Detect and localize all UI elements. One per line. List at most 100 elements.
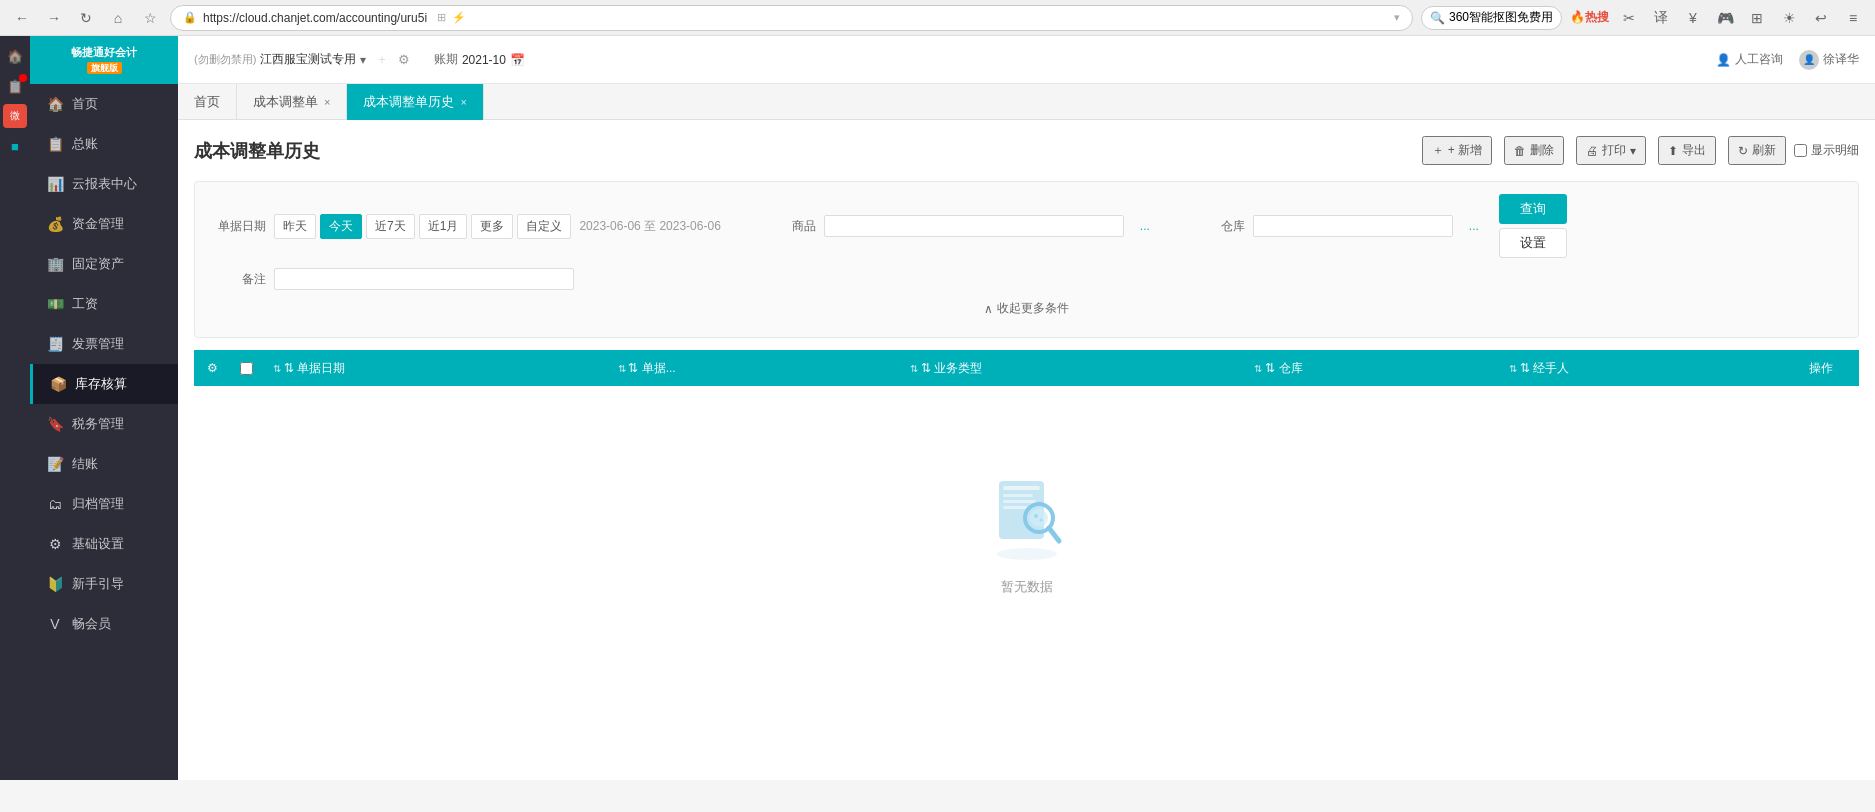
sidebar-item-7[interactable]: 📦 库存核算 xyxy=(30,364,178,404)
address-bar[interactable]: 🔒 https://cloud.chanjet.com/accounting/u… xyxy=(170,5,1413,31)
sidebar-icon-4: 🏢 xyxy=(46,256,64,272)
sidebar-item-9[interactable]: 📝 结账 xyxy=(30,444,178,484)
period-display: 账期 2021-10 📅 xyxy=(434,51,525,68)
show-col-input[interactable] xyxy=(1794,144,1807,157)
collapse-btn[interactable]: ∧ 收起更多条件 xyxy=(984,300,1069,317)
col-checkbox[interactable] xyxy=(230,350,263,386)
remark-filter-label: 备注 xyxy=(211,271,266,288)
grid-icon[interactable]: ⊞ xyxy=(1745,6,1769,30)
company-selector[interactable]: (勿删勿禁用) 江西服宝测试专用 ▾ xyxy=(194,51,366,68)
export-button[interactable]: ⬆ 导出 xyxy=(1658,136,1716,165)
sort-icon-biz: ⇅ xyxy=(921,361,934,375)
collapse-label: 收起更多条件 xyxy=(997,300,1069,317)
sidebar-icon-11: ⚙ xyxy=(46,536,64,552)
refresh-icon: ↻ xyxy=(1738,144,1748,158)
sidebar-item-2[interactable]: 📊 云报表中心 xyxy=(30,164,178,204)
remark-filter-input[interactable] xyxy=(274,268,574,290)
product-dots[interactable]: ... xyxy=(1140,219,1150,233)
product-filter-input[interactable] xyxy=(824,215,1124,237)
sidebar-item-1[interactable]: 📋 总账 xyxy=(30,124,178,164)
col-handler[interactable]: ⇅ 经手人 xyxy=(1499,350,1799,386)
user-profile[interactable]: 👤 徐译华 xyxy=(1799,50,1859,70)
period-label: 账期 xyxy=(434,51,458,68)
rail-home[interactable]: 🏠 xyxy=(3,44,27,68)
col-settings[interactable]: ⚙ xyxy=(194,350,230,386)
col-number[interactable]: ⇅ 单据... xyxy=(608,350,900,386)
month-btn[interactable]: 近1月 xyxy=(419,214,468,239)
sidebar-item-3[interactable]: 💰 资金管理 xyxy=(30,204,178,244)
app-tab-close-1[interactable]: × xyxy=(324,96,330,108)
new-button[interactable]: ＋ + 新增 xyxy=(1422,136,1492,165)
sidebar-label-4: 固定资产 xyxy=(72,255,124,273)
warehouse-dots[interactable]: ... xyxy=(1469,219,1479,233)
rail-active[interactable]: ■ xyxy=(3,134,27,158)
sidebar-item-0[interactable]: 🏠 首页 xyxy=(30,84,178,124)
user-name: 徐译华 xyxy=(1823,51,1859,68)
sidebar-item-13[interactable]: V 畅会员 xyxy=(30,604,178,644)
logo-text: 畅捷通好会计 xyxy=(71,45,137,59)
sidebar-item-10[interactable]: 🗂 归档管理 xyxy=(30,484,178,524)
service-btn[interactable]: 👤 人工咨询 xyxy=(1716,51,1783,68)
logo-badge: 旗舰版 xyxy=(87,62,122,74)
sidebar-label-1: 总账 xyxy=(72,135,98,153)
scissors-icon[interactable]: ✂ xyxy=(1617,6,1641,30)
delete-button[interactable]: 🗑 删除 xyxy=(1504,136,1564,165)
app-tab-0[interactable]: 首页 xyxy=(178,84,237,120)
home-button[interactable]: ⌂ xyxy=(106,6,130,30)
sidebar-label-12: 新手引导 xyxy=(72,575,124,593)
app-tab-2[interactable]: 成本调整单历史× xyxy=(347,84,483,120)
sun-icon[interactable]: ☀ xyxy=(1777,6,1801,30)
query-button[interactable]: 查询 xyxy=(1499,194,1567,224)
data-table: ⚙ ⇅ 单据日期 ⇅ 单据... xyxy=(194,350,1859,386)
week-btn[interactable]: 近7天 xyxy=(366,214,415,239)
calendar-icon[interactable]: 📅 xyxy=(510,53,525,67)
yesterday-btn[interactable]: 昨天 xyxy=(274,214,316,239)
app-tabs: 首页成本调整单×成本调整单历史× xyxy=(178,84,1875,120)
url-text: https://cloud.chanjet.com/accounting/uru… xyxy=(203,11,427,25)
sort-icon-number: ⇅ xyxy=(628,361,641,375)
col-warehouse[interactable]: ⇅ 仓库 xyxy=(1244,350,1499,386)
sidebar-item-5[interactable]: 💵 工资 xyxy=(30,284,178,324)
settings-icon-header[interactable]: ⚙ xyxy=(398,52,410,67)
company-name: 江西服宝测试专用 xyxy=(260,51,356,68)
reload-button[interactable]: ↻ xyxy=(74,6,98,30)
coin-icon[interactable]: ¥ xyxy=(1681,6,1705,30)
back-button[interactable]: ← xyxy=(10,6,34,30)
refresh-button[interactable]: ↻ 刷新 xyxy=(1728,136,1786,165)
sidebar-item-4[interactable]: 🏢 固定资产 xyxy=(30,244,178,284)
svg-point-0 xyxy=(997,548,1057,560)
header-right: 👤 人工咨询 👤 徐译华 xyxy=(1716,50,1859,70)
sidebar-menu: 🏠 首页 📋 总账 📊 云报表中心 💰 资金管理 🏢 固定资产 💵 工资 🧾 发… xyxy=(30,84,178,780)
today-btn[interactable]: 今天 xyxy=(320,214,362,239)
undo-icon[interactable]: ↩ xyxy=(1809,6,1833,30)
sidebar-item-12[interactable]: 🔰 新手引导 xyxy=(30,564,178,604)
warehouse-filter-input[interactable] xyxy=(1253,215,1453,237)
app-header: (勿删勿禁用) 江西服宝测试专用 ▾ + ⚙ 账期 2021-10 📅 👤 人工… xyxy=(178,36,1875,84)
select-all-checkbox[interactable] xyxy=(240,362,253,375)
col-date[interactable]: ⇅ 单据日期 xyxy=(263,350,608,386)
browser-search[interactable]: 🔍 360智能抠图免费用 xyxy=(1421,6,1562,30)
custom-btn[interactable]: 自定义 xyxy=(517,214,571,239)
app-tab-close-2[interactable]: × xyxy=(460,96,466,108)
rail-app[interactable]: 微 xyxy=(3,104,27,128)
sidebar-item-11[interactable]: ⚙ 基础设置 xyxy=(30,524,178,564)
svg-rect-5 xyxy=(1003,506,1028,509)
print-button[interactable]: 🖨 打印 ▾ xyxy=(1576,136,1646,165)
sidebar-label-8: 税务管理 xyxy=(72,415,124,433)
set-button[interactable]: 设置 xyxy=(1499,228,1567,258)
app-tab-1[interactable]: 成本调整单× xyxy=(237,84,347,120)
col-biz-type[interactable]: ⇅ 业务类型 xyxy=(900,350,1245,386)
translate-icon[interactable]: 译 xyxy=(1649,6,1673,30)
sidebar-item-6[interactable]: 🧾 发票管理 xyxy=(30,324,178,364)
show-col-checkbox[interactable]: 显示明细 xyxy=(1794,142,1859,159)
more-btn[interactable]: 更多 xyxy=(471,214,513,239)
print-dropdown-icon: ▾ xyxy=(1630,144,1636,158)
menu-icon[interactable]: ≡ xyxy=(1841,6,1865,30)
export-icon: ⬆ xyxy=(1668,144,1678,158)
sidebar-item-8[interactable]: 🔖 税务管理 xyxy=(30,404,178,444)
bookmark-button[interactable]: ☆ xyxy=(138,6,162,30)
svg-rect-3 xyxy=(1003,494,1033,497)
rail-ledger[interactable]: 📋 xyxy=(3,74,27,98)
game-icon[interactable]: 🎮 xyxy=(1713,6,1737,30)
forward-button[interactable]: → xyxy=(42,6,66,30)
